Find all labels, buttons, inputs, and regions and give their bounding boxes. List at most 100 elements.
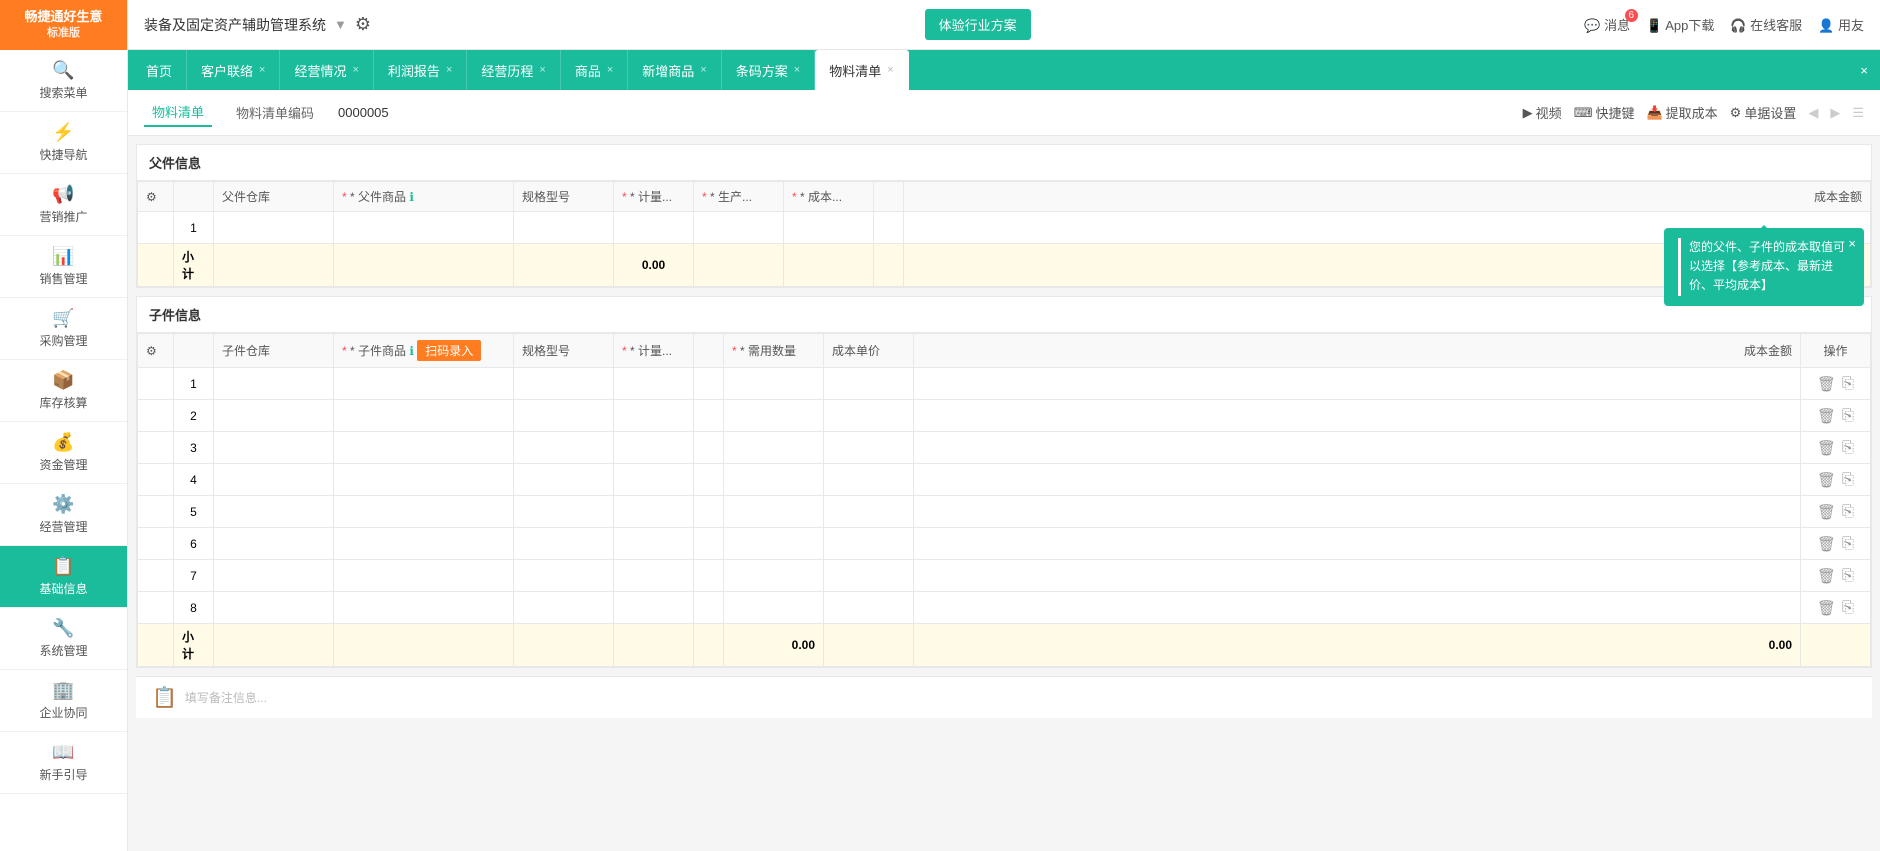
- copy-icon-0[interactable]: ⎘: [1842, 375, 1854, 393]
- sub-tab-bom-list[interactable]: 物料清单: [144, 98, 212, 127]
- child-row-warehouse-5[interactable]: [214, 528, 334, 560]
- child-row-warehouse-7[interactable]: [214, 592, 334, 624]
- close-all-tabs[interactable]: ×: [1852, 63, 1876, 78]
- tab-profit[interactable]: 利润报告 ×: [374, 50, 467, 90]
- sidebar-item-enterprise[interactable]: 🏢 企业协同: [0, 670, 127, 732]
- child-row-spec-4[interactable]: [514, 496, 614, 528]
- tab-new-goods-close[interactable]: ×: [700, 64, 706, 76]
- child-row-warehouse-0[interactable]: [214, 368, 334, 400]
- child-row-product-3[interactable]: [334, 464, 514, 496]
- nav-next[interactable]: ▶: [1830, 105, 1840, 121]
- sidebar-item-quick-nav[interactable]: ⚡ 快捷导航: [0, 112, 127, 174]
- sidebar-item-purchase[interactable]: 🛒 采购管理: [0, 298, 127, 360]
- child-row-product-1[interactable]: [334, 400, 514, 432]
- sidebar-item-sales[interactable]: 📊 销售管理: [0, 236, 127, 298]
- tab-operations[interactable]: 经营情况 ×: [280, 50, 373, 90]
- child-row-unit-1[interactable]: [614, 400, 694, 432]
- child-row-price-5[interactable]: [824, 528, 914, 560]
- delete-icon-4[interactable]: 🗑: [1817, 503, 1836, 521]
- sidebar-item-finance[interactable]: 💰 资金管理: [0, 422, 127, 484]
- tab-bom[interactable]: 物料清单 ×: [815, 50, 908, 90]
- child-row-price-1[interactable]: [824, 400, 914, 432]
- child-row-warehouse-3[interactable]: [214, 464, 334, 496]
- child-row-unit-3[interactable]: [614, 464, 694, 496]
- child-row-unit-0[interactable]: [614, 368, 694, 400]
- sidebar-item-operations[interactable]: ⚙️ 经营管理: [0, 484, 127, 546]
- tab-profit-close[interactable]: ×: [446, 64, 452, 76]
- tab-barcode-close[interactable]: ×: [794, 64, 800, 76]
- child-row-qty-2[interactable]: [724, 432, 824, 464]
- tab-operations-close[interactable]: ×: [352, 64, 358, 76]
- delete-icon-0[interactable]: 🗑: [1817, 375, 1836, 393]
- delete-icon-1[interactable]: 🗑: [1817, 407, 1836, 425]
- header-gear-icon[interactable]: ⚙: [355, 14, 371, 35]
- sidebar-item-inventory[interactable]: 📦 库存核算: [0, 360, 127, 422]
- child-row-op-5[interactable]: 🗑 ⎘: [1801, 528, 1871, 560]
- child-row-op-3[interactable]: 🗑 ⎘: [1801, 464, 1871, 496]
- child-row-qty-3[interactable]: [724, 464, 824, 496]
- tab-barcode[interactable]: 条码方案 ×: [722, 50, 815, 90]
- child-row-product-2[interactable]: [334, 432, 514, 464]
- tab-goods[interactable]: 商品 ×: [561, 50, 628, 90]
- copy-icon-7[interactable]: ⎘: [1842, 599, 1854, 617]
- child-row-product-0[interactable]: [334, 368, 514, 400]
- parent-row-spec[interactable]: [514, 212, 614, 244]
- child-row-unit-7[interactable]: [614, 592, 694, 624]
- copy-icon-6[interactable]: ⎘: [1842, 567, 1854, 585]
- copy-icon-3[interactable]: ⎘: [1842, 471, 1854, 489]
- delete-icon-7[interactable]: 🗑: [1817, 599, 1836, 617]
- tab-new-goods[interactable]: 新增商品 ×: [628, 50, 721, 90]
- parent-col-gear[interactable]: ⚙: [138, 182, 174, 212]
- child-row-price-6[interactable]: [824, 560, 914, 592]
- child-row-op-2[interactable]: 🗑 ⎘: [1801, 432, 1871, 464]
- sidebar-item-marketing[interactable]: 📢 营销推广: [0, 174, 127, 236]
- scan-button[interactable]: 扫码录入: [417, 340, 481, 361]
- child-row-spec-1[interactable]: [514, 400, 614, 432]
- child-row-unit-2[interactable]: [614, 432, 694, 464]
- sidebar-item-search[interactable]: 🔍 搜索菜单: [0, 50, 127, 112]
- child-row-op-6[interactable]: 🗑 ⎘: [1801, 560, 1871, 592]
- sidebar-item-system[interactable]: 🔧 系统管理: [0, 608, 127, 670]
- child-row-product-6[interactable]: [334, 560, 514, 592]
- child-row-price-2[interactable]: [824, 432, 914, 464]
- app-download-link[interactable]: 📱 App下载: [1646, 15, 1714, 34]
- view-action[interactable]: ▶ 视频: [1523, 103, 1562, 122]
- tooltip-close-button[interactable]: ×: [1848, 234, 1856, 255]
- tab-customer-close[interactable]: ×: [259, 64, 265, 76]
- child-row-warehouse-6[interactable]: [214, 560, 334, 592]
- parent-row-produce[interactable]: [694, 212, 784, 244]
- child-row-op-0[interactable]: 🗑 ⎘: [1801, 368, 1871, 400]
- child-row-product-5[interactable]: [334, 528, 514, 560]
- delete-icon-5[interactable]: 🗑: [1817, 535, 1836, 553]
- tab-goods-close[interactable]: ×: [607, 64, 613, 76]
- child-row-spec-7[interactable]: [514, 592, 614, 624]
- child-row-unit-4[interactable]: [614, 496, 694, 528]
- tab-home[interactable]: 首页: [132, 50, 187, 90]
- note-placeholder[interactable]: 填写备注信息...: [185, 689, 267, 706]
- child-row-spec-2[interactable]: [514, 432, 614, 464]
- child-row-qty-0[interactable]: [724, 368, 824, 400]
- sub-tab-bom-code[interactable]: 物料清单编码: [228, 99, 322, 126]
- tab-customer[interactable]: 客户联络 ×: [187, 50, 280, 90]
- tab-history[interactable]: 经营历程 ×: [467, 50, 560, 90]
- parent-row-cost[interactable]: [784, 212, 874, 244]
- child-row-product-7[interactable]: [334, 592, 514, 624]
- child-row-op-4[interactable]: 🗑 ⎘: [1801, 496, 1871, 528]
- parent-row-product[interactable]: [334, 212, 514, 244]
- child-row-spec-5[interactable]: [514, 528, 614, 560]
- child-row-qty-7[interactable]: [724, 592, 824, 624]
- child-row-qty-5[interactable]: [724, 528, 824, 560]
- child-row-op-1[interactable]: 🗑 ⎘: [1801, 400, 1871, 432]
- child-row-qty-4[interactable]: [724, 496, 824, 528]
- delete-icon-6[interactable]: 🗑: [1817, 567, 1836, 585]
- child-row-warehouse-1[interactable]: [214, 400, 334, 432]
- nav-prev[interactable]: ◀: [1808, 105, 1818, 121]
- child-row-spec-3[interactable]: [514, 464, 614, 496]
- child-row-spec-0[interactable]: [514, 368, 614, 400]
- copy-icon-1[interactable]: ⎘: [1842, 407, 1854, 425]
- trial-button[interactable]: 体验行业方案: [925, 9, 1031, 40]
- child-row-unit-6[interactable]: [614, 560, 694, 592]
- tab-bom-close[interactable]: ×: [887, 64, 893, 76]
- child-col-gear[interactable]: ⚙: [138, 334, 174, 368]
- child-row-price-4[interactable]: [824, 496, 914, 528]
